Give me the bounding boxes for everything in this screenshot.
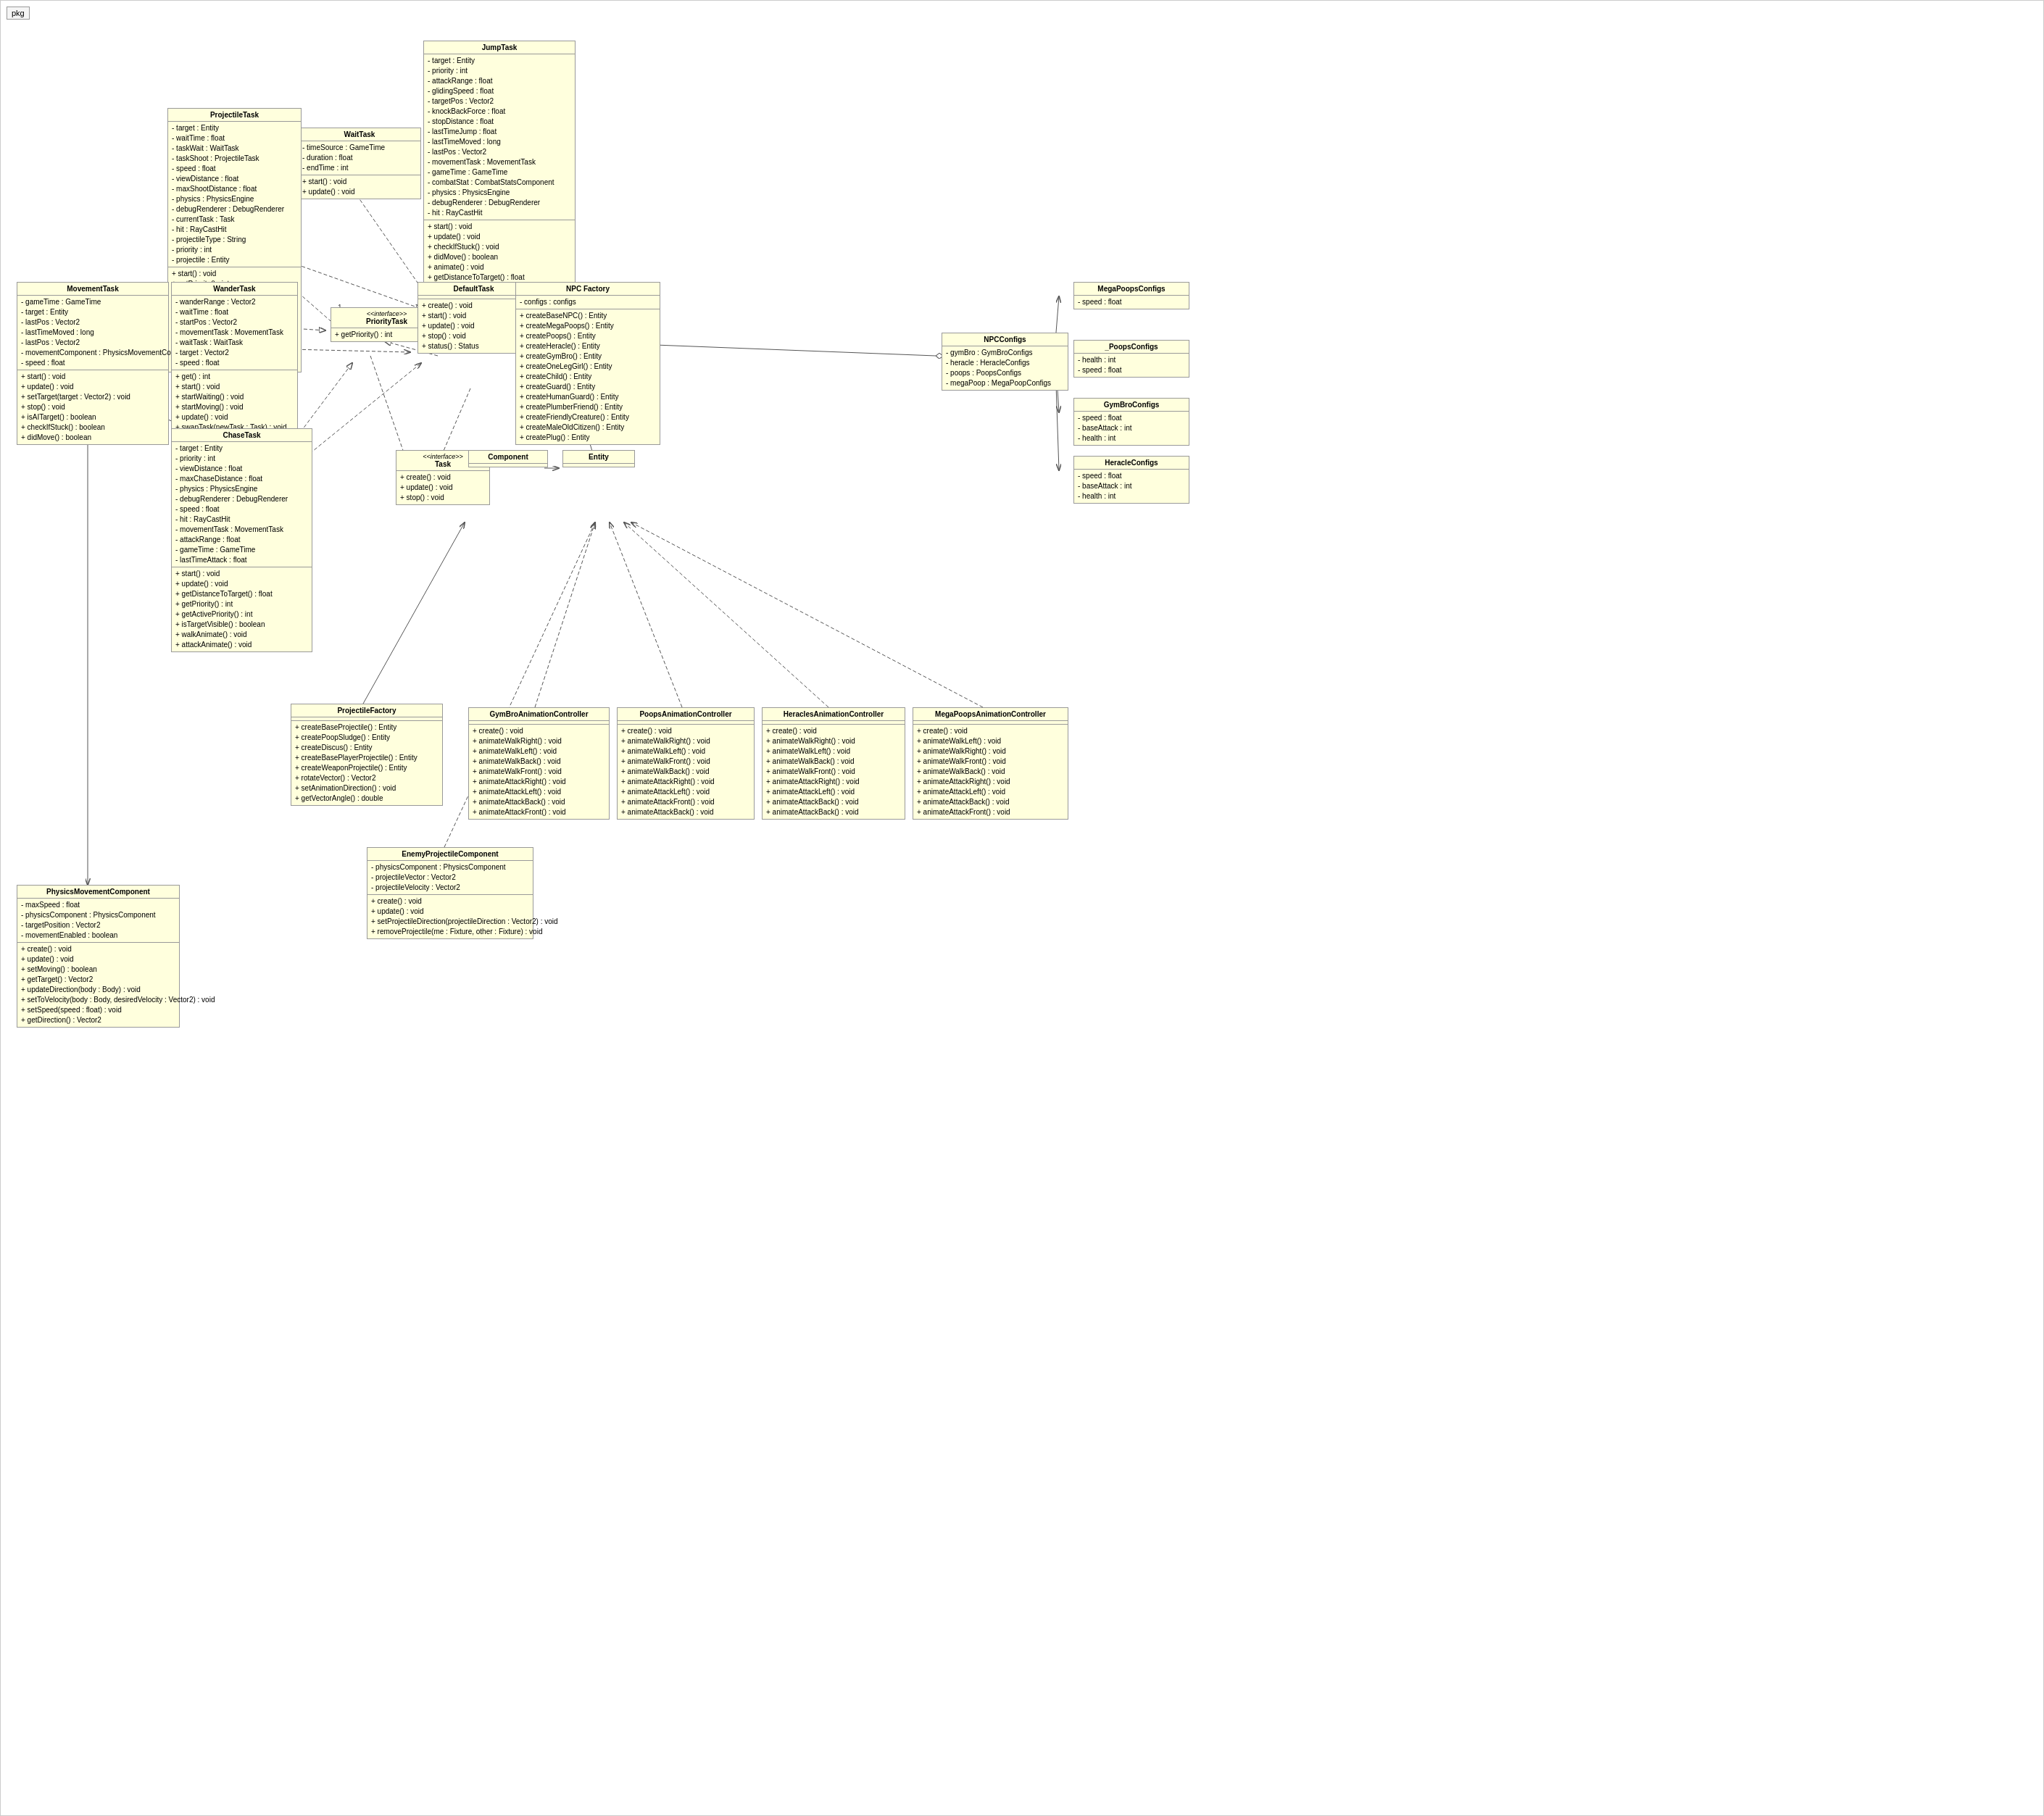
gymbro-anim-methods: + create() : void + animateWalkRight() :… <box>469 725 609 819</box>
chase-task-box: ChaseTask - target : Entity - priority :… <box>171 428 312 652</box>
entity-content <box>563 464 634 467</box>
poops-anim-title: PoopsAnimationController <box>618 708 754 721</box>
poops-anim-methods: + create() : void + animateWalkRight() :… <box>618 725 754 819</box>
gymbro-configs-fields: - speed : float - baseAttack : int - hea… <box>1074 412 1189 445</box>
poops-configs-title: _PoopsConfigs <box>1074 341 1189 354</box>
heracle-configs-box: HeracleConfigs - speed : float - baseAtt… <box>1073 456 1189 504</box>
physics-movement-box: PhysicsMovementComponent - maxSpeed : fl… <box>17 885 180 1028</box>
wander-task-title: WanderTask <box>172 283 297 296</box>
npc-factory-fields: - configs : configs <box>516 296 660 309</box>
svg-line-8 <box>305 363 421 457</box>
wait-task-fields: - timeSource : GameTime - duration : flo… <box>299 141 420 175</box>
default-task-methods: + create() : void + start() : void + upd… <box>418 299 529 353</box>
chase-task-fields: - target : Entity - priority : int - vie… <box>172 442 312 567</box>
megapoops-anim-methods: + create() : void + animateWalkLeft() : … <box>913 725 1068 819</box>
pkg-label: pkg <box>7 7 30 20</box>
component-title: Component <box>469 451 547 464</box>
gymbro-configs-title: GymBroConfigs <box>1074 399 1189 412</box>
chase-task-methods: + start() : void + update() : void + get… <box>172 567 312 651</box>
enemy-projectile-methods: + create() : void + update() : void + se… <box>367 895 533 938</box>
npc-configs-box: NPCConfigs - gymBro : GymBroConfigs - he… <box>942 333 1068 391</box>
megapoops-configs-fields: - speed : float <box>1074 296 1189 309</box>
wander-task-fields: - wanderRange : Vector2 - waitTime : flo… <box>172 296 297 370</box>
enemy-projectile-title: EnemyProjectileComponent <box>367 848 533 861</box>
heracle-configs-title: HeracleConfigs <box>1074 457 1189 470</box>
wait-task-title: WaitTask <box>299 128 420 141</box>
projectile-factory-title: ProjectileFactory <box>291 704 442 717</box>
movement-task-fields: - gameTime : GameTime - target : Entity … <box>17 296 168 370</box>
wait-task-methods: + start() : void + update() : void <box>299 175 420 199</box>
svg-line-30 <box>363 522 465 704</box>
megapoops-anim-title: MegaPoopsAnimationController <box>913 708 1068 721</box>
npc-configs-fields: - gymBro : GymBroConfigs - heracle : Her… <box>942 346 1068 390</box>
jump-task-fields: - target : Entity - priority : int - att… <box>424 54 575 220</box>
physics-movement-title: PhysicsMovementComponent <box>17 886 179 899</box>
projectile-factory-methods: + createBaseProjectile() : Entity + crea… <box>291 721 442 805</box>
heracle-configs-fields: - speed : float - baseAttack : int - hea… <box>1074 470 1189 503</box>
poops-configs-box: _PoopsConfigs - health : int - speed : f… <box>1073 340 1189 378</box>
movement-task-methods: + start() : void + update() : void + set… <box>17 370 168 444</box>
chase-task-title: ChaseTask <box>172 429 312 442</box>
physics-movement-methods: + create() : void + update() : void + se… <box>17 943 179 1027</box>
megapoops-configs-title: MegaPoopsConfigs <box>1074 283 1189 296</box>
wait-task-box: WaitTask - timeSource : GameTime - durat… <box>298 128 421 199</box>
enemy-projectile-box: EnemyProjectileComponent - physicsCompon… <box>367 847 533 939</box>
entity-title: Entity <box>563 451 634 464</box>
poops-configs-fields: - health : int - speed : float <box>1074 354 1189 377</box>
component-content <box>469 464 547 467</box>
canvas: pkg <box>0 0 2044 1816</box>
poops-anim-box: PoopsAnimationController + create() : vo… <box>617 707 755 820</box>
npc-factory-methods: + createBaseNPC() : Entity + createMegaP… <box>516 309 660 444</box>
arrows-svg: 1 1 1 1 <box>1 1 2044 1816</box>
movement-task-box: MovementTask - gameTime : GameTime - tar… <box>17 282 169 445</box>
npc-configs-title: NPCConfigs <box>942 333 1068 346</box>
svg-line-27 <box>610 522 682 707</box>
gymbro-anim-box: GymBroAnimationController + create() : v… <box>468 707 610 820</box>
svg-line-28 <box>624 522 828 707</box>
entity-box: Entity <box>562 450 635 467</box>
npc-factory-title: NPC Factory <box>516 283 660 296</box>
physics-movement-fields: - maxSpeed : float - physicsComponent : … <box>17 899 179 943</box>
npc-factory-box: NPC Factory - configs : configs + create… <box>515 282 660 445</box>
projectile-task-fields: - target : Entity - waitTime : float - t… <box>168 122 301 267</box>
heracles-anim-title: HeraclesAnimationController <box>763 708 905 721</box>
megapoops-anim-box: MegaPoopsAnimationController + create() … <box>913 707 1068 820</box>
heracles-anim-methods: + create() : void + animateWalkRight() :… <box>763 725 905 819</box>
svg-line-29 <box>631 522 983 707</box>
component-box: Component <box>468 450 548 467</box>
svg-line-11 <box>370 356 407 461</box>
default-task-title: DefaultTask <box>418 283 529 296</box>
megapoops-configs-box: MegaPoopsConfigs - speed : float <box>1073 282 1189 309</box>
default-task-box: DefaultTask + create() : void + start() … <box>417 282 530 354</box>
gymbro-configs-box: GymBroConfigs - speed : float - baseAtta… <box>1073 398 1189 446</box>
movement-task-title: MovementTask <box>17 283 168 296</box>
heracles-anim-box: HeraclesAnimationController + create() :… <box>762 707 905 820</box>
projectile-factory-box: ProjectileFactory + createBaseProjectile… <box>291 704 443 806</box>
svg-line-26 <box>535 522 595 707</box>
projectile-task-title: ProjectileTask <box>168 109 301 122</box>
enemy-projectile-fields: - physicsComponent : PhysicsComponent - … <box>367 861 533 895</box>
jump-task-title: JumpTask <box>424 41 575 54</box>
svg-line-18 <box>655 345 936 356</box>
gymbro-anim-title: GymBroAnimationController <box>469 708 609 721</box>
task-methods: + create() : void + update() : void + st… <box>396 471 489 504</box>
